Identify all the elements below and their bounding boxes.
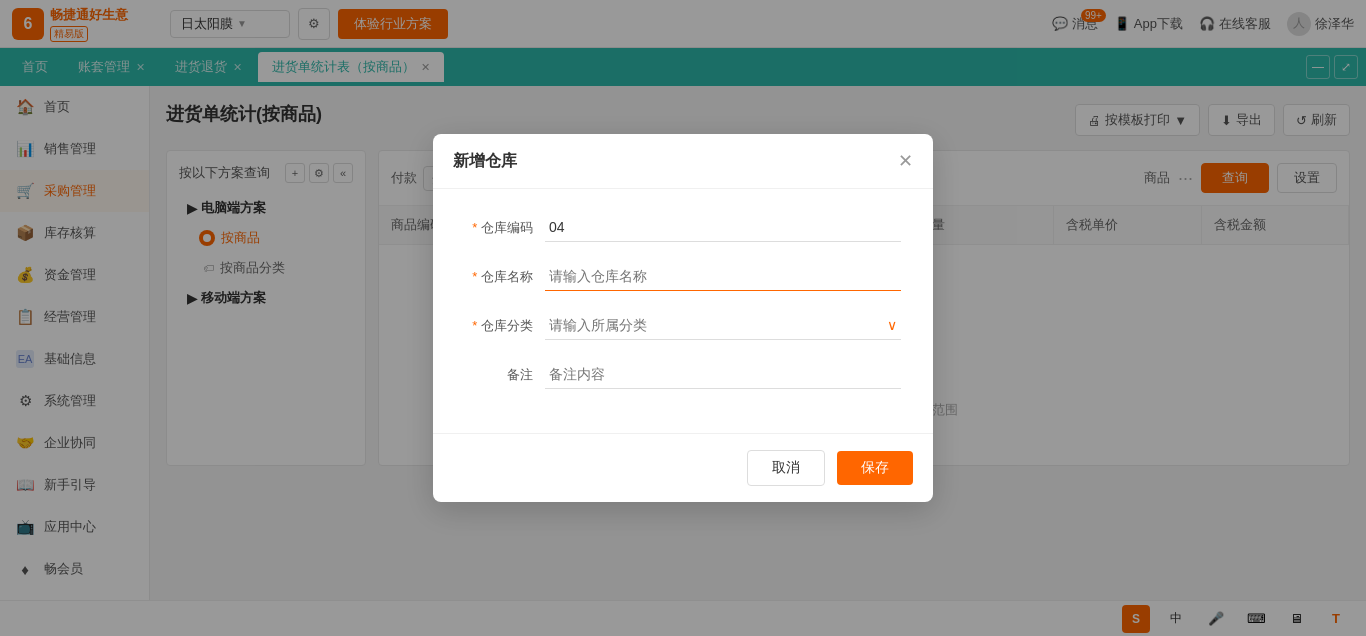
- warehouse-name-input[interactable]: [545, 262, 901, 291]
- modal-close-button[interactable]: ✕: [898, 150, 913, 172]
- form-row-code: 仓库编码: [465, 213, 901, 242]
- modal-footer: 取消 保存: [433, 433, 933, 502]
- warehouse-category-select[interactable]: ∨: [545, 311, 901, 340]
- form-row-category: 仓库分类 ∨: [465, 311, 901, 340]
- warehouse-name-label: 仓库名称: [465, 268, 545, 286]
- form-row-name: 仓库名称: [465, 262, 901, 291]
- warehouse-code-input[interactable]: [545, 213, 901, 242]
- modal-add-warehouse: 新增仓库 ✕ 仓库编码 仓库名称 仓库分类 ∨: [433, 134, 933, 502]
- save-button[interactable]: 保存: [837, 451, 913, 485]
- category-arrow-icon: ∨: [887, 317, 897, 333]
- remark-input[interactable]: [545, 360, 901, 389]
- warehouse-category-label: 仓库分类: [465, 317, 545, 335]
- warehouse-category-input[interactable]: [549, 317, 887, 333]
- modal-overlay: 新增仓库 ✕ 仓库编码 仓库名称 仓库分类 ∨: [0, 0, 1366, 636]
- remark-label: 备注: [465, 366, 545, 384]
- modal-body: 仓库编码 仓库名称 仓库分类 ∨ 备注: [433, 189, 933, 433]
- cancel-button[interactable]: 取消: [747, 450, 825, 486]
- form-row-remark: 备注: [465, 360, 901, 389]
- modal-header: 新增仓库 ✕: [433, 134, 933, 189]
- warehouse-code-label: 仓库编码: [465, 219, 545, 237]
- modal-title: 新增仓库: [453, 151, 517, 172]
